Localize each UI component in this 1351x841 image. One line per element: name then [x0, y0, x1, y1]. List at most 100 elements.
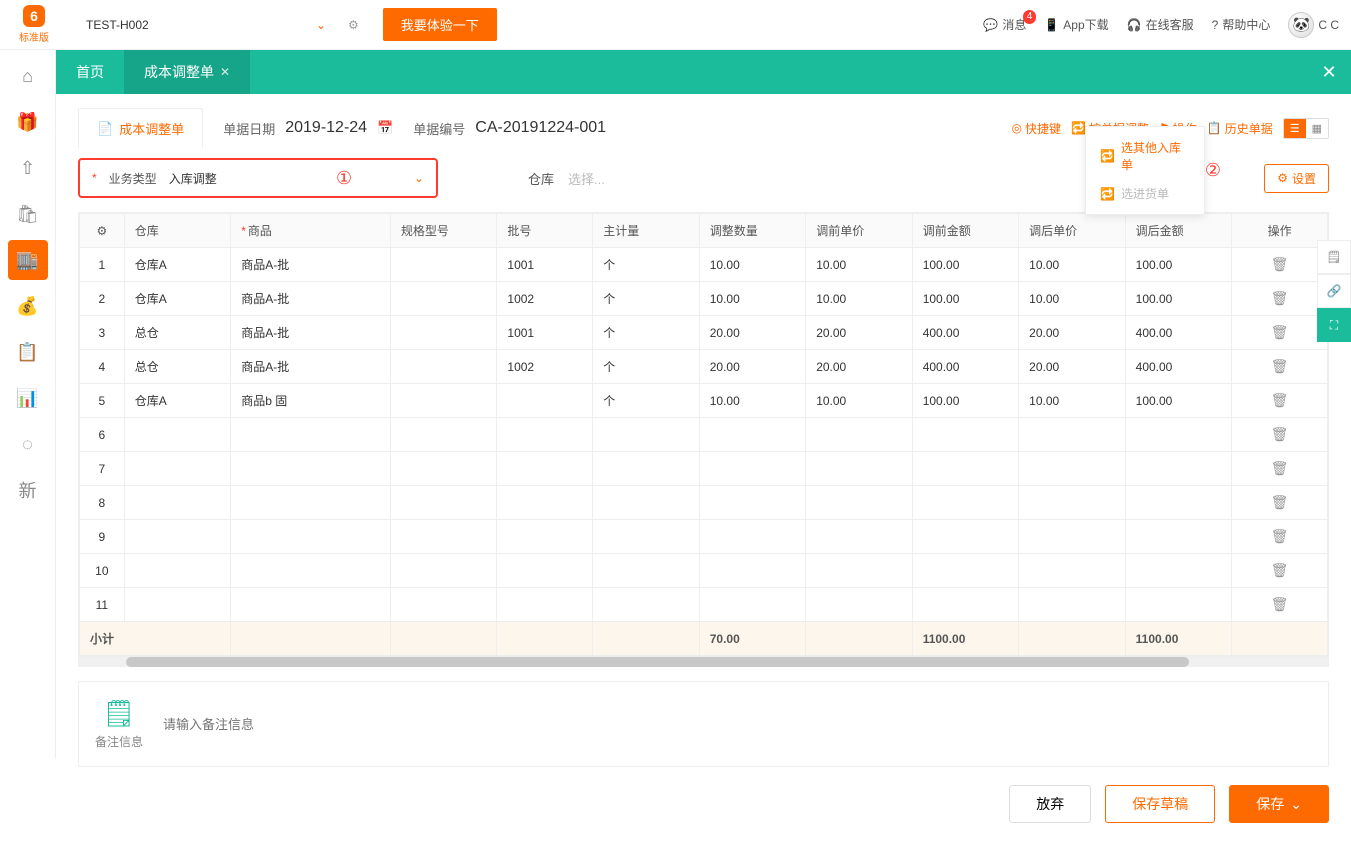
table-row[interactable]: 10🗑	[80, 554, 1328, 588]
discard-button[interactable]: 放弃	[1009, 785, 1091, 823]
nav-bag-icon[interactable]: 🛍	[8, 194, 48, 234]
warehouse-select[interactable]: 仓库 选择...	[528, 169, 605, 188]
bill-source-popup: 🔁 选其他入库单 🔁 选进货单	[1085, 126, 1205, 215]
delete-icon[interactable]: 🗑	[1271, 460, 1289, 476]
tab-home[interactable]: 首页	[56, 50, 124, 94]
top-right-menu: 💬 消息 4 📱 App下载 🎧 在线客服 ? 帮助中心 🐼 C C	[983, 12, 1339, 38]
remark-section: 🗒 备注信息	[78, 681, 1329, 767]
nav-house-up-icon[interactable]: ⇧	[8, 148, 48, 188]
chevron-down-icon: ⌄	[414, 171, 424, 185]
col-warehouse: 仓库	[124, 214, 230, 248]
table-row[interactable]: 11🗑	[80, 588, 1328, 622]
list-view-icon[interactable]: ☰	[1284, 119, 1306, 138]
subtotal-row: 小计 70.00 1100.00 1100.00	[80, 622, 1328, 656]
headset-icon: 🎧	[1127, 18, 1142, 32]
user-name: C C	[1318, 18, 1339, 32]
chevron-down-icon: ⌄	[1290, 796, 1302, 813]
col-gear[interactable]: ⚙	[80, 214, 125, 248]
side-note-icon[interactable]: 🗒	[1317, 240, 1351, 274]
nav-gift-icon[interactable]: 🎁	[8, 102, 48, 142]
horizontal-scrollbar[interactable]	[78, 657, 1329, 667]
nav-home-icon[interactable]: ⌂	[8, 56, 48, 96]
business-type-select[interactable]: * 业务类型 入库调整 ⌄ ①	[78, 158, 438, 198]
col-spec: 规格型号	[390, 214, 496, 248]
tab-cost-adjust[interactable]: 成本调整单 ✕	[124, 50, 250, 94]
delete-icon[interactable]: 🗑	[1271, 256, 1289, 272]
settings-icon[interactable]: ⚙	[344, 14, 363, 36]
nav-money-icon[interactable]: 💰	[8, 286, 48, 326]
calendar-icon[interactable]: 📅	[377, 120, 393, 136]
cta-button[interactable]: 我要体验一下	[383, 8, 497, 41]
grid-view-icon[interactable]: ▦	[1306, 119, 1328, 138]
col-item: 商品	[231, 214, 391, 248]
table-row[interactable]: 7🗑	[80, 452, 1328, 486]
close-icon[interactable]: ✕	[220, 65, 230, 79]
logo-icon: 6	[23, 5, 45, 27]
logo-label: 标准版	[19, 29, 49, 44]
shortcut-button[interactable]: ◎ 快捷键	[1012, 120, 1062, 137]
doc-toolbar: ◎ 快捷键 🔁 按单据调整 ⚑ 操作 📋 历史单据 ☰ ▦ 🔁 选其他入库单 🔁…	[1012, 118, 1330, 139]
chevron-down-icon: ⌄	[316, 18, 326, 32]
annotation-2: ②	[1205, 160, 1221, 181]
side-expand-icon[interactable]: ⛶	[1317, 308, 1351, 342]
nav-warehouse-icon[interactable]: 🏬	[8, 240, 48, 280]
save-draft-button[interactable]: 保存草稿	[1105, 785, 1215, 823]
delete-icon[interactable]: 🗑	[1271, 494, 1289, 510]
history-button[interactable]: 📋 历史单据	[1207, 120, 1273, 137]
user-menu[interactable]: 🐼 C C	[1288, 12, 1339, 38]
nav-clipboard-icon[interactable]: 📋	[8, 332, 48, 372]
col-post-amt: 调后金额	[1125, 214, 1231, 248]
view-toggle: ☰ ▦	[1283, 118, 1329, 139]
right-side-tools: 🗒 🔗 ⛶	[1317, 240, 1351, 342]
col-uom: 主计量	[593, 214, 699, 248]
select-other-inbound-button[interactable]: 🔁 选其他入库单	[1086, 133, 1204, 179]
col-pre-amt: 调前金额	[912, 214, 1018, 248]
logo: 6 标准版	[12, 5, 56, 44]
col-batch: 批号	[497, 214, 593, 248]
table-row[interactable]: 3 总仓 商品A-批 1001 个 20.00 20.00 400.00 20.…	[80, 316, 1328, 350]
remark-input[interactable]	[163, 717, 1312, 732]
tenant-name: TEST-H002	[86, 18, 149, 32]
line-items-table: ⚙ 仓库 商品 规格型号 批号 主计量 调整数量 调前单价 调前金额 调后单价 …	[78, 212, 1329, 657]
top-header: 6 标准版 TEST-H002 ⌄ ⚙ 我要体验一下 💬 消息 4 📱 App下…	[0, 0, 1351, 50]
select-purchase-button[interactable]: 🔁 选进货单	[1086, 179, 1204, 208]
avatar: 🐼	[1288, 12, 1314, 38]
nav-report-icon[interactable]: 📊	[8, 378, 48, 418]
workspace-tabs: 首页 成本调整单 ✕ ✕	[56, 50, 1351, 94]
phone-icon: 📱	[1044, 18, 1059, 32]
close-all-tabs[interactable]: ✕	[1307, 50, 1351, 94]
tenant-select[interactable]: TEST-H002 ⌄	[76, 10, 336, 40]
side-link-icon[interactable]: 🔗	[1317, 274, 1351, 308]
help-center-link[interactable]: ? 帮助中心	[1212, 16, 1271, 33]
delete-icon[interactable]: 🗑	[1271, 528, 1289, 544]
delete-icon[interactable]: 🗑	[1271, 596, 1289, 612]
delete-icon[interactable]: 🗑	[1271, 358, 1289, 374]
save-button[interactable]: 保存 ⌄	[1229, 785, 1329, 823]
message-badge: 4	[1023, 10, 1037, 24]
nav-new-icon[interactable]: 新	[8, 470, 48, 510]
table-row[interactable]: 1 仓库A 商品A-批 1001 个 10.00 10.00 100.00 10…	[80, 248, 1328, 282]
document-header: 📄 成本调整单 单据日期 2019-12-24 📅 单据编号 CA-201912…	[56, 94, 1351, 148]
configure-button[interactable]: ⚙ 设置	[1264, 164, 1329, 193]
table-row[interactable]: 8🗑	[80, 486, 1328, 520]
delete-icon[interactable]: 🗑	[1271, 426, 1289, 442]
app-download-link[interactable]: 📱 App下载	[1044, 16, 1108, 33]
delete-icon[interactable]: 🗑	[1271, 562, 1289, 578]
doc-date: 单据日期 2019-12-24 📅	[223, 119, 393, 138]
delete-icon[interactable]: 🗑	[1271, 392, 1289, 408]
customer-service-link[interactable]: 🎧 在线客服	[1127, 16, 1194, 33]
table-row[interactable]: 2 仓库A 商品A-批 1002 个 10.00 10.00 100.00 10…	[80, 282, 1328, 316]
doc-type-tab[interactable]: 📄 成本调整单	[78, 108, 203, 148]
doc-icon: 📄	[97, 121, 113, 137]
message-icon: 💬	[983, 18, 998, 32]
delete-icon[interactable]: 🗑	[1271, 324, 1289, 340]
help-icon: ?	[1212, 18, 1219, 32]
messages-link[interactable]: 💬 消息 4	[983, 16, 1026, 33]
left-sidebar: ⌂ 🎁 ⇧ 🛍 🏬 💰 📋 📊 ◌ 新	[0, 50, 56, 759]
table-row[interactable]: 4 总仓 商品A-批 1002 个 20.00 20.00 400.00 20.…	[80, 350, 1328, 384]
nav-sync-icon[interactable]: ◌	[8, 424, 48, 464]
table-row[interactable]: 5 仓库A 商品b 固 个 10.00 10.00 100.00 10.00 1…	[80, 384, 1328, 418]
delete-icon[interactable]: 🗑	[1271, 290, 1289, 306]
table-row[interactable]: 6🗑	[80, 418, 1328, 452]
table-row[interactable]: 9🗑	[80, 520, 1328, 554]
